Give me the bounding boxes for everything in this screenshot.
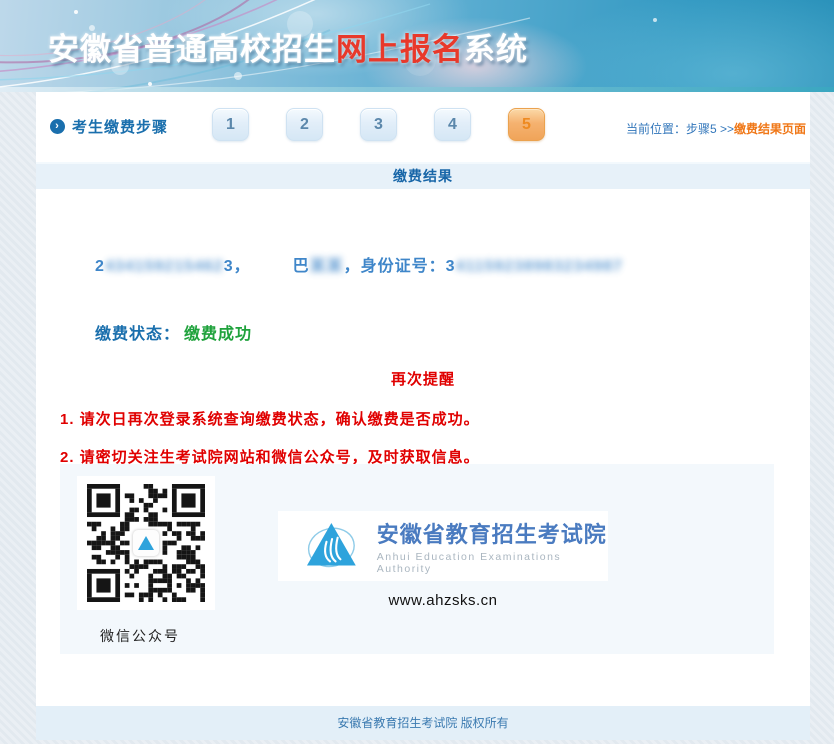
page: { "banner": { "title_part1": "安徽省普通高校招生"… — [0, 0, 834, 744]
app-title-part2: 系统 — [464, 32, 528, 67]
step-button-4[interactable]: 4 — [434, 108, 471, 141]
candidate-info-line: 24341592154623， 巴某某，身份证号：3411592389832349… — [95, 252, 623, 276]
steps-label: › 考生缴费步骤 — [50, 116, 168, 137]
step-button-2[interactable]: 2 — [286, 108, 323, 141]
reminder-title: 再次提醒 — [36, 368, 810, 389]
step-buttons: 1 2 3 4 5 — [212, 108, 545, 141]
payment-status-label: 缴费状态： — [95, 326, 180, 343]
app-title-part1: 安徽省普通高校招生 — [48, 32, 336, 67]
org-text: 安徽省教育招生考试院 Anhui Education Examinations … — [377, 517, 608, 575]
step-button-3[interactable]: 3 — [360, 108, 397, 141]
section-title-bar: 缴费结果 — [36, 162, 810, 189]
app-title-highlight: 网上报名 — [336, 32, 464, 67]
triangle-logo-icon — [138, 536, 154, 550]
content-panel: › 考生缴费步骤 1 2 3 4 5 当前位置：步骤5 >>缴费结果页面 缴费结… — [36, 92, 810, 740]
steps-label-text: 考生缴费步骤 — [72, 116, 168, 137]
payment-status-value: 缴费成功 — [184, 326, 252, 343]
qr-center-logo — [133, 530, 159, 556]
breadcrumb-prefix: 当前位置：步骤5 >> — [626, 122, 734, 136]
steps-row: › 考生缴费步骤 1 2 3 4 5 当前位置：步骤5 >>缴费结果页面 — [36, 92, 810, 156]
app-title: 安徽省普通高校招生网上报名系统 — [48, 24, 528, 69]
breadcrumb-current: 缴费结果页面 — [734, 122, 806, 136]
step-button-1[interactable]: 1 — [212, 108, 249, 141]
org-logo-box: 安徽省教育招生考试院 Anhui Education Examinations … — [278, 511, 608, 581]
qr-caption: 微信公众号 — [100, 626, 180, 646]
org-name-cn: 安徽省教育招生考试院 — [377, 517, 608, 549]
id-label: ，身份证号： — [344, 258, 446, 275]
wechat-qr-code — [77, 476, 215, 610]
exam-no-start: 2 — [95, 258, 105, 275]
candidate-name-start: 巴 — [293, 258, 310, 275]
step-button-5-active[interactable]: 5 — [508, 108, 545, 141]
breadcrumb: 当前位置：步骤5 >>缴费结果页面 — [626, 120, 806, 137]
info-panel: 微信公众号 安徽省教育招生考试院 Anhui Education Examina… — [60, 464, 774, 654]
header-banner: 安徽省普通高校招生网上报名系统 — [0, 0, 834, 92]
reminder-item-1: 1. 请次日再次登录系统查询缴费状态，确认缴费是否成功。 — [60, 408, 480, 429]
payment-status-line: 缴费状态：缴费成功 — [95, 320, 252, 344]
chevron-right-icon: › — [50, 119, 65, 134]
exam-no-end: 3， — [224, 258, 251, 275]
id-no-start: 3 — [446, 258, 456, 275]
id-no-redacted: 41159238983234987 — [456, 258, 623, 275]
org-website: www.ahzsks.cn — [278, 592, 608, 609]
org-name-en: Anhui Education Examinations Authority — [377, 551, 608, 575]
exam-no-redacted: 434159215462 — [105, 258, 224, 275]
candidate-name-redacted: 某某 — [310, 258, 344, 275]
org-logo-icon — [300, 517, 363, 575]
footer-copyright: 安徽省教育招生考试院 版权所有 — [36, 706, 810, 740]
